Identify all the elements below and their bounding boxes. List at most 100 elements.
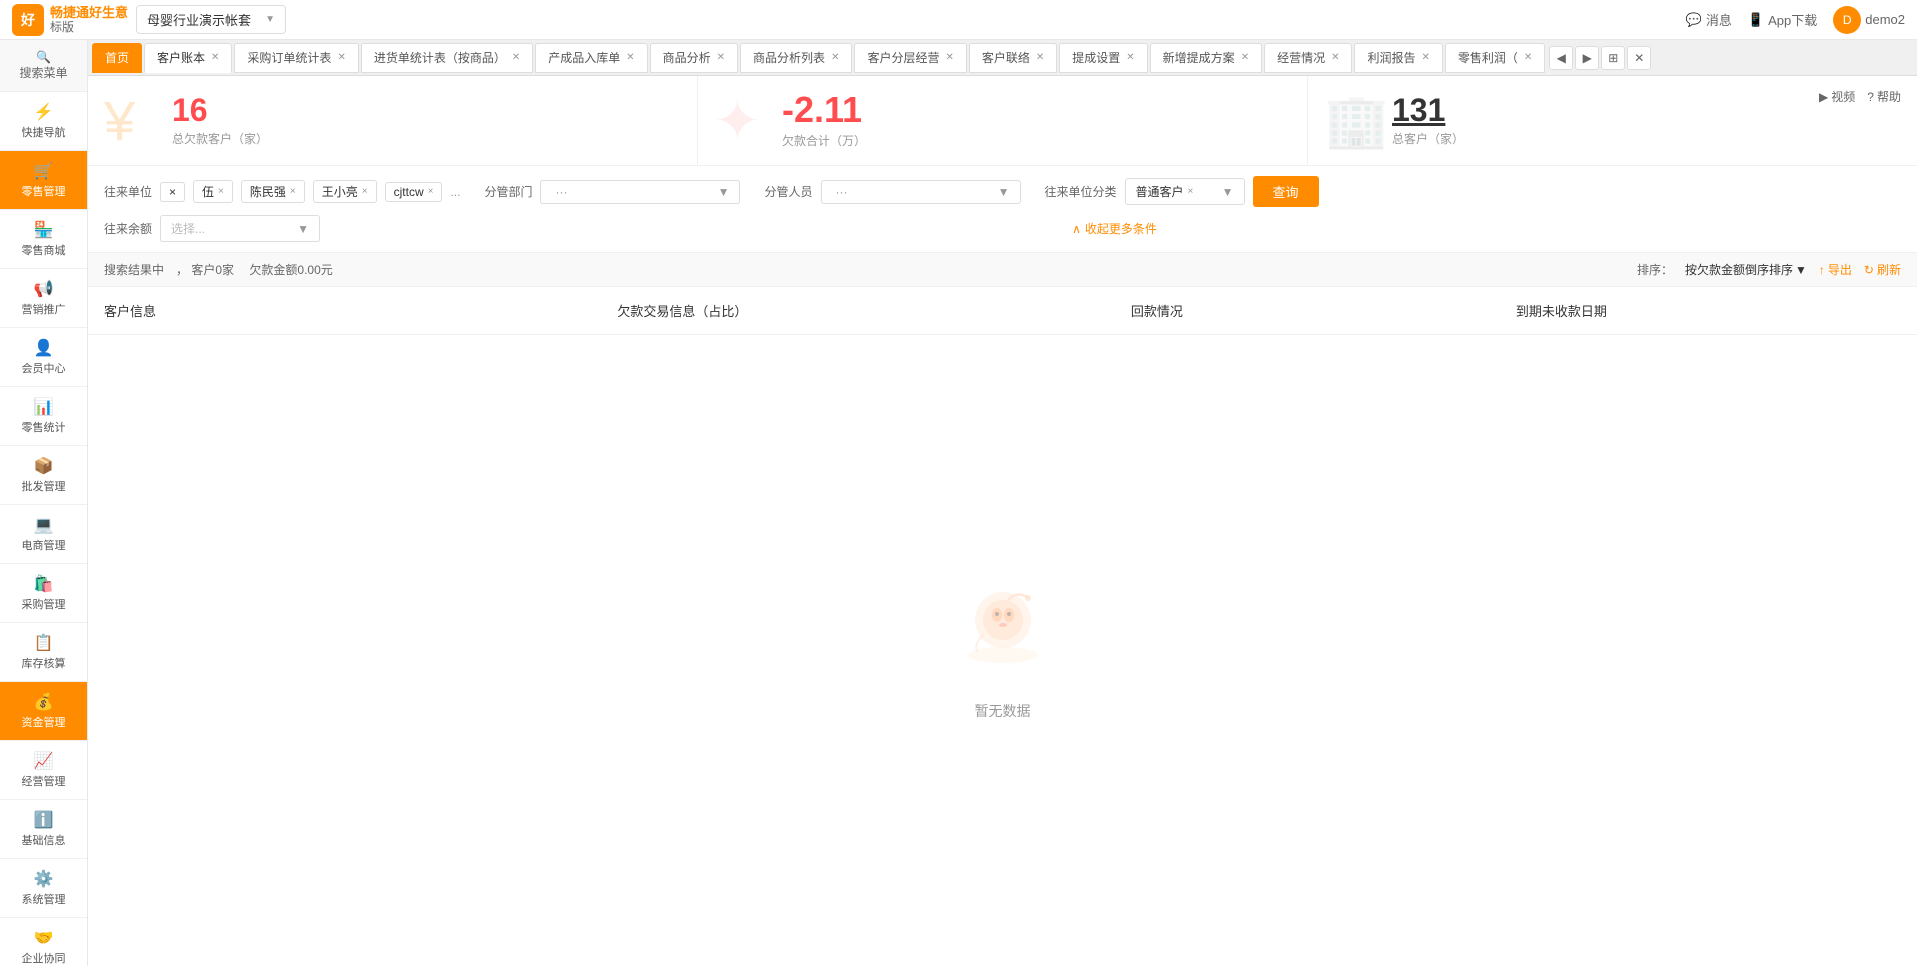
tab-improve-settings[interactable]: 提成设置 ✕: [1059, 43, 1147, 73]
tab-close-icon[interactable]: ✕: [626, 52, 634, 63]
collapse-button[interactable]: ∧ 收起更多条件: [1060, 216, 1169, 241]
tab-home[interactable]: 首页: [92, 43, 142, 73]
member-icon: 👤: [8, 338, 79, 358]
sidebar-item-wholesale[interactable]: 📦 批发管理: [0, 446, 87, 505]
stat-text-debt: -2.11 欠款合计（万）: [782, 92, 866, 149]
tab-close-icon[interactable]: ✕: [1524, 52, 1532, 63]
sidebar-item-ecommerce[interactable]: 💻 电商管理: [0, 505, 87, 564]
sort-select[interactable]: 按欠款金额倒序排序 ▼: [1685, 261, 1807, 278]
inventory-icon: 📋: [8, 633, 79, 653]
tab-scroll-right[interactable]: ▶: [1575, 46, 1599, 70]
stats-row: ¥ 16 总欠款客户（家） ✦ -2.11 欠款合计（万） 🏢: [88, 76, 1917, 166]
sidebar-item-inventory[interactable]: 📋 库存核算: [0, 623, 87, 682]
tab-close-icon[interactable]: ✕: [1331, 52, 1339, 63]
tab-goods-analysis[interactable]: 商品分析 ✕: [650, 43, 738, 73]
tab-close-icon[interactable]: ✕: [512, 52, 520, 63]
filter-tag-wang[interactable]: 王小亮 ×: [313, 180, 377, 203]
sidebar-item-search-menu[interactable]: 🔍 搜索菜单: [0, 40, 87, 92]
lightning-icon: ⚡: [8, 102, 79, 122]
empty-illustration: [953, 580, 1053, 689]
tab-scroll-left[interactable]: ◀: [1549, 46, 1573, 70]
filter-tag-unit-x[interactable]: ×: [160, 182, 185, 202]
person-select[interactable]: ··· ▼: [821, 180, 1021, 204]
person-arrow-icon: ▼: [998, 185, 1010, 199]
stat-value-clients: 131: [1392, 94, 1464, 126]
top-bar-left: 好 畅捷通好生意 标版 母婴行业演示帐套 ▼: [12, 4, 286, 36]
tag-close-icon[interactable]: ×: [362, 186, 368, 197]
tag-close-icon[interactable]: ×: [218, 186, 224, 197]
sidebar-item-quick-nav[interactable]: ⚡ 快捷导航: [0, 92, 87, 151]
tab-retail-profit[interactable]: 零售利润（ ✕: [1445, 43, 1545, 73]
filter-tag-chen[interactable]: 陈民强 ×: [241, 180, 305, 203]
tab-close-icon[interactable]: ✕: [211, 52, 219, 63]
tab-close-icon[interactable]: ✕: [717, 52, 725, 63]
sidebar-item-retail-mgmt[interactable]: 🛒 零售管理: [0, 151, 87, 210]
export-button[interactable]: ↑ 导出: [1819, 261, 1852, 278]
sidebar: 🔍 搜索菜单 ⚡ 快捷导航 🛒 零售管理 🏪 零售商城 📢 营销推广 👤 会员中…: [0, 40, 88, 966]
tab-purchase-order[interactable]: 采购订单统计表 ✕: [234, 43, 358, 73]
sidebar-item-operation[interactable]: 📈 经营管理: [0, 741, 87, 800]
mall-icon: 🏪: [8, 220, 79, 240]
tab-close-icon[interactable]: ✕: [1126, 52, 1134, 63]
help-link[interactable]: ? 帮助: [1867, 88, 1901, 105]
unit-type-select[interactable]: 普通客户 × ▼: [1125, 178, 1245, 205]
filter-tag-wu[interactable]: 伍 ×: [193, 180, 233, 203]
tab-close-all[interactable]: ✕: [1627, 46, 1651, 70]
tab-close-icon[interactable]: ✕: [1036, 52, 1044, 63]
message-button[interactable]: 💬 消息: [1686, 10, 1732, 29]
stat-label-clients: 总客户（家）: [1392, 130, 1464, 147]
logo-text: 畅捷通好生意 标版: [50, 5, 128, 35]
dept-arrow-icon: ▼: [718, 185, 730, 199]
dept-select[interactable]: ··· ▼: [540, 180, 740, 204]
stat-text-clients: 131 总客户（家）: [1392, 94, 1464, 147]
app-download-button[interactable]: 📱 App下载: [1748, 10, 1817, 29]
tag-close-icon[interactable]: ×: [428, 186, 434, 197]
store-selector[interactable]: 母婴行业演示帐套 ▼: [136, 5, 286, 34]
tab-profit-report[interactable]: 利润报告 ✕: [1354, 43, 1442, 73]
tab-cost-inbound[interactable]: 产成品入库单 ✕: [535, 43, 647, 73]
stat-total-debt: ✦ -2.11 欠款合计（万）: [698, 76, 1308, 165]
video-link[interactable]: ▶ 视频: [1819, 88, 1855, 105]
sidebar-item-retail-stats[interactable]: 📊 零售统计: [0, 387, 87, 446]
sidebar-item-system[interactable]: ⚙️ 系统管理: [0, 859, 87, 918]
retail-icon: 🛒: [8, 161, 79, 181]
tab-close-icon[interactable]: ✕: [337, 52, 345, 63]
refresh-button[interactable]: ↻ 刷新: [1864, 261, 1901, 278]
tab-customer-contact[interactable]: 客户联络 ✕: [969, 43, 1057, 73]
query-button[interactable]: 查询: [1253, 176, 1319, 207]
tab-expand[interactable]: ⊞: [1601, 46, 1625, 70]
tab-inbound-stats[interactable]: 进货单统计表（按商品） ✕: [361, 43, 533, 73]
tab-customer-account[interactable]: 客户账本 ✕: [144, 43, 232, 73]
balance-select[interactable]: 选择... ▼: [160, 215, 320, 242]
tag-close-icon[interactable]: ×: [290, 186, 296, 197]
tab-operation-status[interactable]: 经营情况 ✕: [1264, 43, 1352, 73]
unit-type-tag-close[interactable]: ×: [1188, 186, 1194, 197]
sidebar-item-retail-mall[interactable]: 🏪 零售商城: [0, 210, 87, 269]
filter-tag-cjttcw[interactable]: cjttcw ×: [385, 182, 443, 202]
filter-more-tags[interactable]: ...: [450, 185, 460, 199]
tab-close-icon[interactable]: ✕: [831, 52, 839, 63]
sidebar-item-basic-info[interactable]: ℹ️ 基础信息: [0, 800, 87, 859]
tab-close-icon[interactable]: ✕: [1241, 52, 1249, 63]
tab-goods-analysis-list[interactable]: 商品分析列表 ✕: [740, 43, 852, 73]
tab-customer-segment[interactable]: 客户分层经营 ✕: [854, 43, 966, 73]
logo-icon: 好: [12, 4, 44, 36]
sidebar-item-marketing[interactable]: 📢 营销推广: [0, 269, 87, 328]
tab-close-icon[interactable]: ✕: [1422, 52, 1430, 63]
person-label: 分管人员: [764, 183, 812, 200]
person-dots-icon: ···: [836, 185, 848, 199]
message-icon: 💬: [1686, 12, 1702, 28]
tab-bar: 首页 客户账本 ✕ 采购订单统计表 ✕ 进货单统计表（按商品） ✕ 产成品入库单…: [88, 40, 1917, 76]
app-icon: 📱: [1748, 12, 1764, 28]
sidebar-item-finance[interactable]: 💰 资金管理: [0, 682, 87, 741]
page-content: ¥ 16 总欠款客户（家） ✦ -2.11 欠款合计（万） 🏢: [88, 76, 1917, 966]
user-avatar[interactable]: D demo2: [1833, 6, 1905, 34]
unit-type-arrow-icon: ▼: [1222, 185, 1234, 199]
sidebar-item-member[interactable]: 👤 会员中心: [0, 328, 87, 387]
sidebar-item-purchase[interactable]: 🛍️ 采购管理: [0, 564, 87, 623]
tab-close-icon[interactable]: ✕: [945, 52, 953, 63]
tab-new-improve[interactable]: 新增提成方案 ✕: [1150, 43, 1262, 73]
empty-state: 暂无数据: [88, 335, 1917, 966]
table-col-customer: 客户信息: [104, 297, 617, 324]
sidebar-item-enterprise[interactable]: 🤝 企业协同: [0, 918, 87, 966]
